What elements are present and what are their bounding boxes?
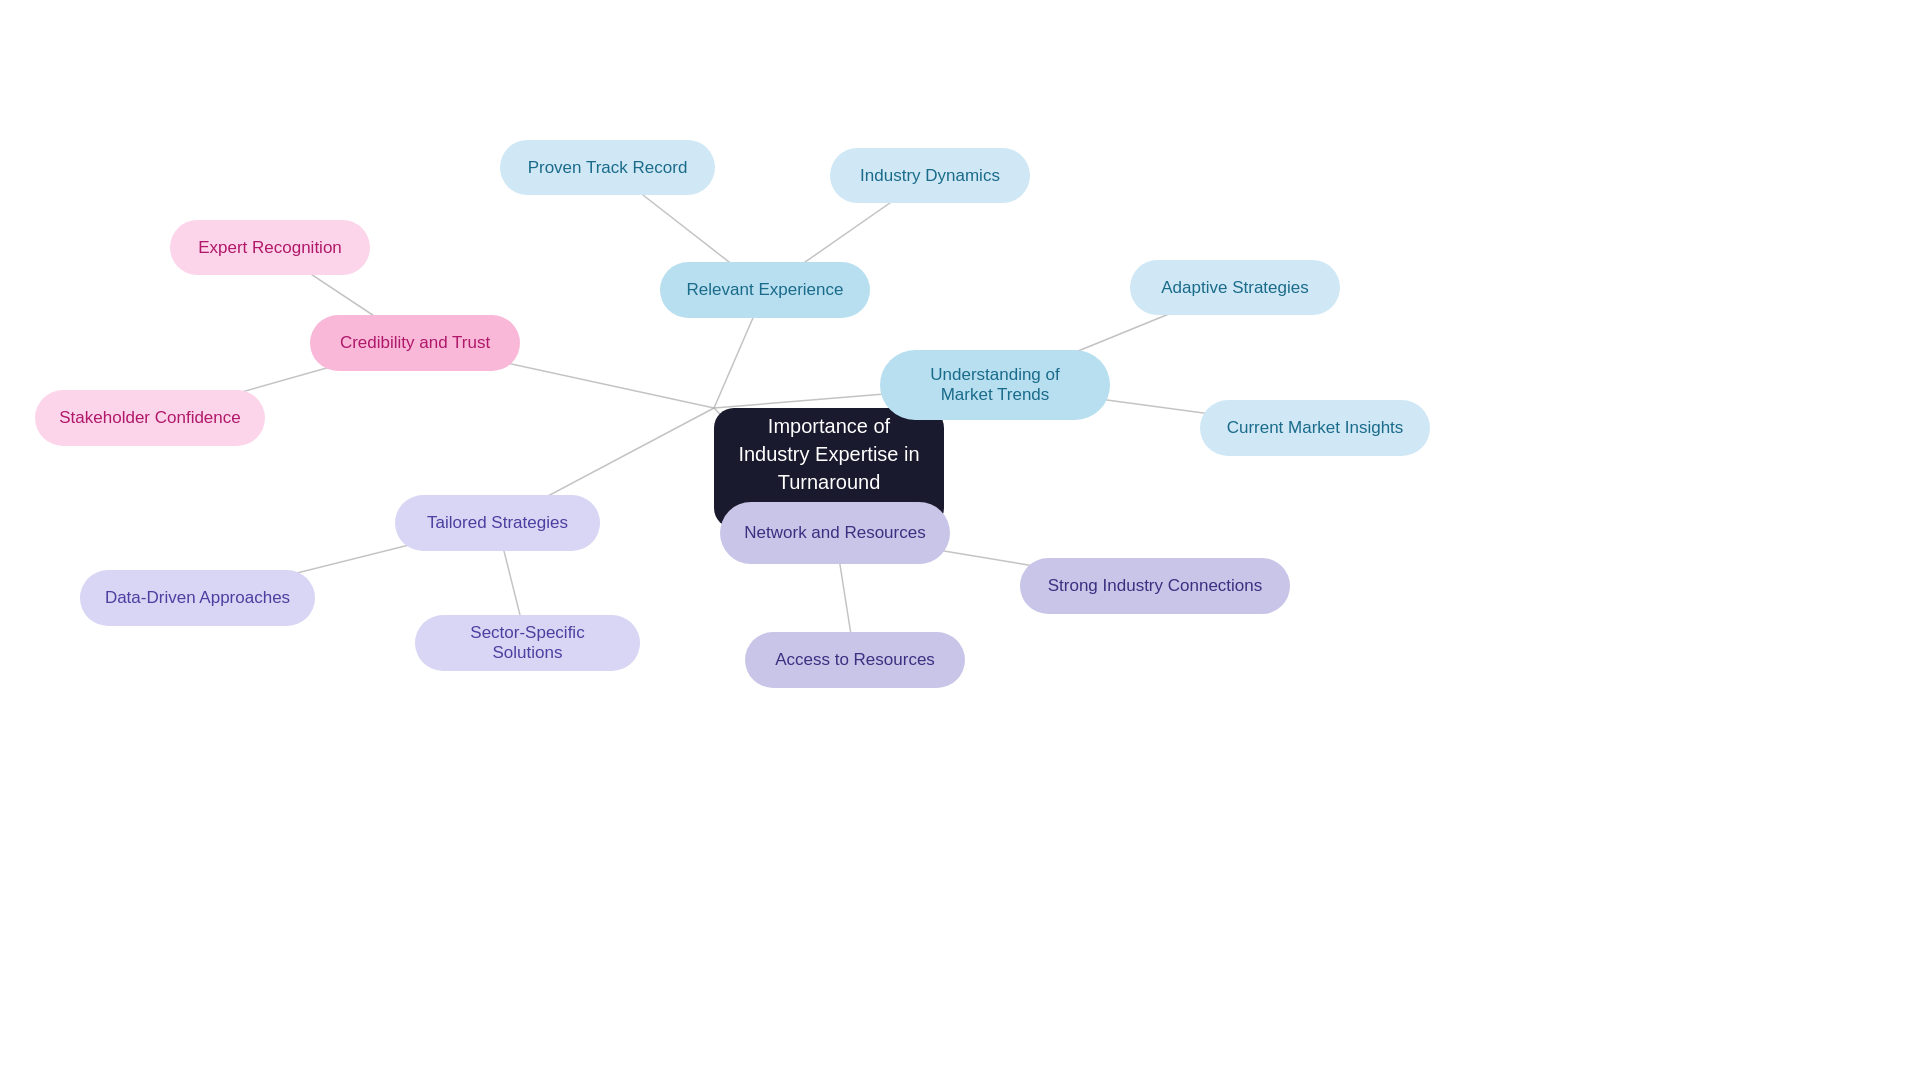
node-data-driven-approaches: Data-Driven Approaches [80, 570, 315, 626]
node-current-market-insights: Current Market Insights [1200, 400, 1430, 456]
node-tailored-strategies: Tailored Strategies [395, 495, 600, 551]
node-strong-industry-connections: Strong Industry Connections [1020, 558, 1290, 614]
node-proven-track-record: Proven Track Record [500, 140, 715, 195]
node-understanding-market-trends: Understanding of Market Trends [880, 350, 1110, 420]
node-adaptive-strategies: Adaptive Strategies [1130, 260, 1340, 315]
node-expert-recognition: Expert Recognition [170, 220, 370, 275]
node-industry-dynamics: Industry Dynamics [830, 148, 1030, 203]
node-credibility-and-trust: Credibility and Trust [310, 315, 520, 371]
node-sector-specific-solutions: Sector-Specific Solutions [415, 615, 640, 671]
node-stakeholder-confidence: Stakeholder Confidence [35, 390, 265, 446]
node-network-and-resources: Network and Resources [720, 502, 950, 564]
node-access-to-resources: Access to Resources [745, 632, 965, 688]
node-relevant-experience: Relevant Experience [660, 262, 870, 318]
